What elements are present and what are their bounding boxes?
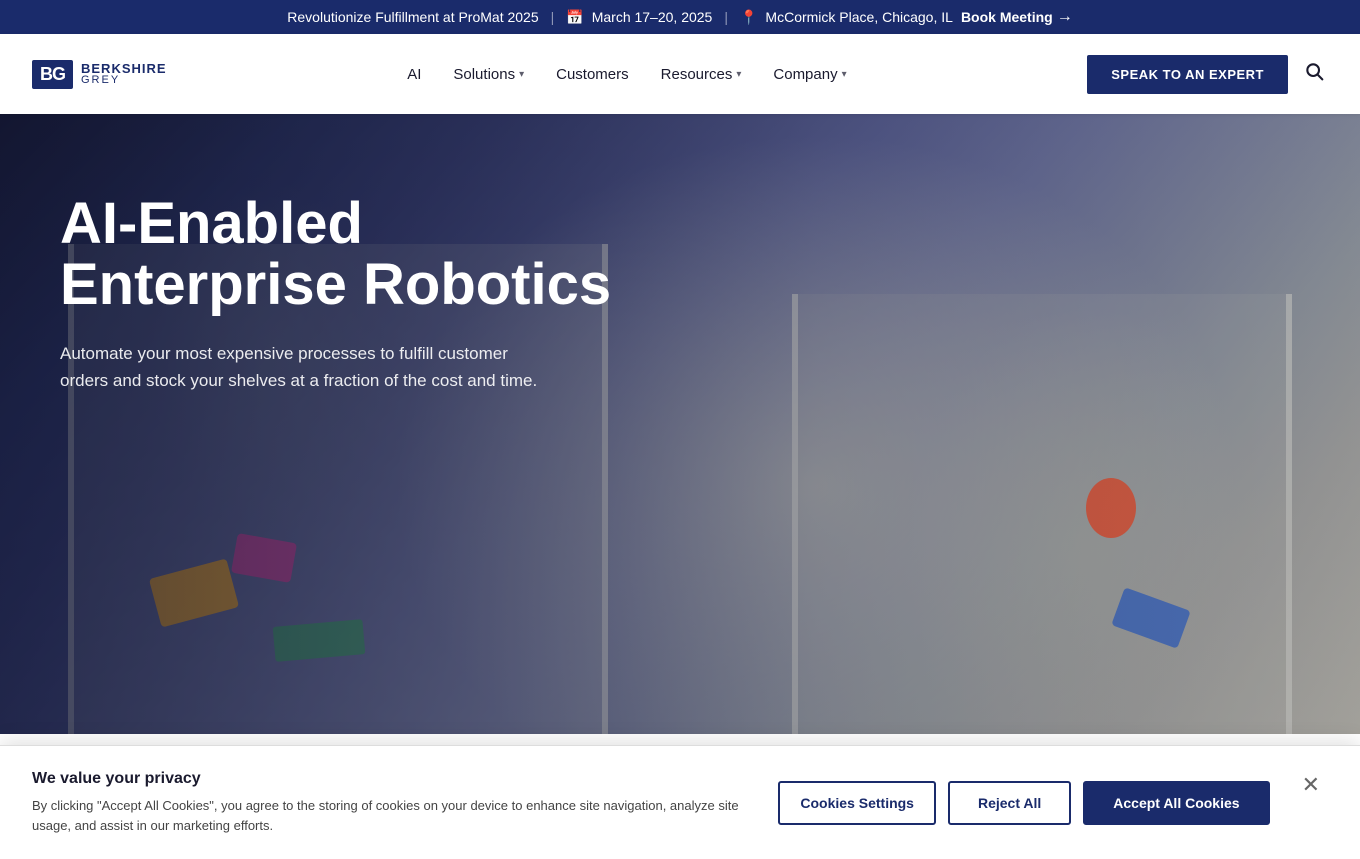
cookie-title: We value your privacy xyxy=(32,770,754,788)
banner-sep1: | xyxy=(551,9,555,25)
hero-subtitle: Automate your most expensive processes t… xyxy=(60,340,560,394)
banner-text: Revolutionize Fulfillment at ProMat 2025 xyxy=(287,9,538,25)
top-banner: Revolutionize Fulfillment at ProMat 2025… xyxy=(0,0,1360,34)
hero-title-line2: Enterprise Robotics xyxy=(60,252,611,317)
close-cookie-button[interactable]: ✕ xyxy=(1294,770,1328,800)
nav-link-ai[interactable]: AI xyxy=(393,58,435,91)
banner-date: March 17–20, 2025 xyxy=(592,9,713,25)
nav-link-company-label: Company xyxy=(773,66,837,83)
nav-link-solutions[interactable]: Solutions ▾ xyxy=(439,58,538,91)
cookie-buttons: Cookies Settings Reject All Accept All C… xyxy=(778,781,1269,825)
nav-link-ai-label: AI xyxy=(407,66,421,83)
banner-cta-text: Book Meeting xyxy=(961,9,1053,25)
nav-link-company[interactable]: Company ▾ xyxy=(759,58,860,91)
logo-link[interactable]: BG BERKSHIRE GREY xyxy=(32,60,167,89)
hero-title-line1: AI-Enabled xyxy=(60,191,363,256)
reject-all-button[interactable]: Reject All xyxy=(948,781,1071,825)
banner-event-icon: 📅 xyxy=(566,9,583,26)
logo-line2: GREY xyxy=(81,75,167,86)
banner-sep2: | xyxy=(724,9,728,25)
main-nav: BG BERKSHIRE GREY AI Solutions ▾ Custome… xyxy=(0,34,1360,114)
chevron-down-icon: ▾ xyxy=(519,69,524,80)
logo-initials: BG xyxy=(40,64,65,85)
speak-to-expert-button[interactable]: SPEAK TO AN EXPERT xyxy=(1087,55,1288,94)
banner-cta-link[interactable]: Book Meeting → xyxy=(961,8,1073,26)
banner-cta-arrow: → xyxy=(1057,8,1073,26)
cookie-description: By clicking "Accept All Cookies", you ag… xyxy=(32,796,754,835)
logo-text: BERKSHIRE GREY xyxy=(81,62,167,86)
hero-section: AI-Enabled Enterprise Robotics Automate … xyxy=(0,114,1360,734)
accept-all-cookies-button[interactable]: Accept All Cookies xyxy=(1083,781,1269,825)
cookies-settings-button[interactable]: Cookies Settings xyxy=(778,781,936,825)
cookie-banner: We value your privacy By clicking "Accep… xyxy=(0,745,1360,859)
banner-location: McCormick Place, Chicago, IL xyxy=(765,9,953,25)
nav-right: SPEAK TO AN EXPERT xyxy=(1087,55,1328,94)
nav-link-resources[interactable]: Resources ▾ xyxy=(647,58,756,91)
logo-icon: BG xyxy=(32,60,73,89)
chevron-down-icon: ▾ xyxy=(842,69,847,80)
search-button[interactable] xyxy=(1300,57,1328,91)
banner-location-icon: 📍 xyxy=(740,9,757,26)
hero-title: AI-Enabled Enterprise Robotics xyxy=(60,194,640,316)
nav-link-customers-label: Customers xyxy=(556,66,629,83)
search-icon xyxy=(1304,61,1324,81)
hero-content: AI-Enabled Enterprise Robotics Automate … xyxy=(0,114,700,474)
nav-links: AI Solutions ▾ Customers Resources ▾ Com… xyxy=(393,58,860,91)
nav-link-solutions-label: Solutions xyxy=(453,66,515,83)
chevron-down-icon: ▾ xyxy=(736,69,741,80)
nav-link-customers[interactable]: Customers xyxy=(542,58,643,91)
nav-link-resources-label: Resources xyxy=(661,66,733,83)
cookie-text-area: We value your privacy By clicking "Accep… xyxy=(32,770,754,835)
